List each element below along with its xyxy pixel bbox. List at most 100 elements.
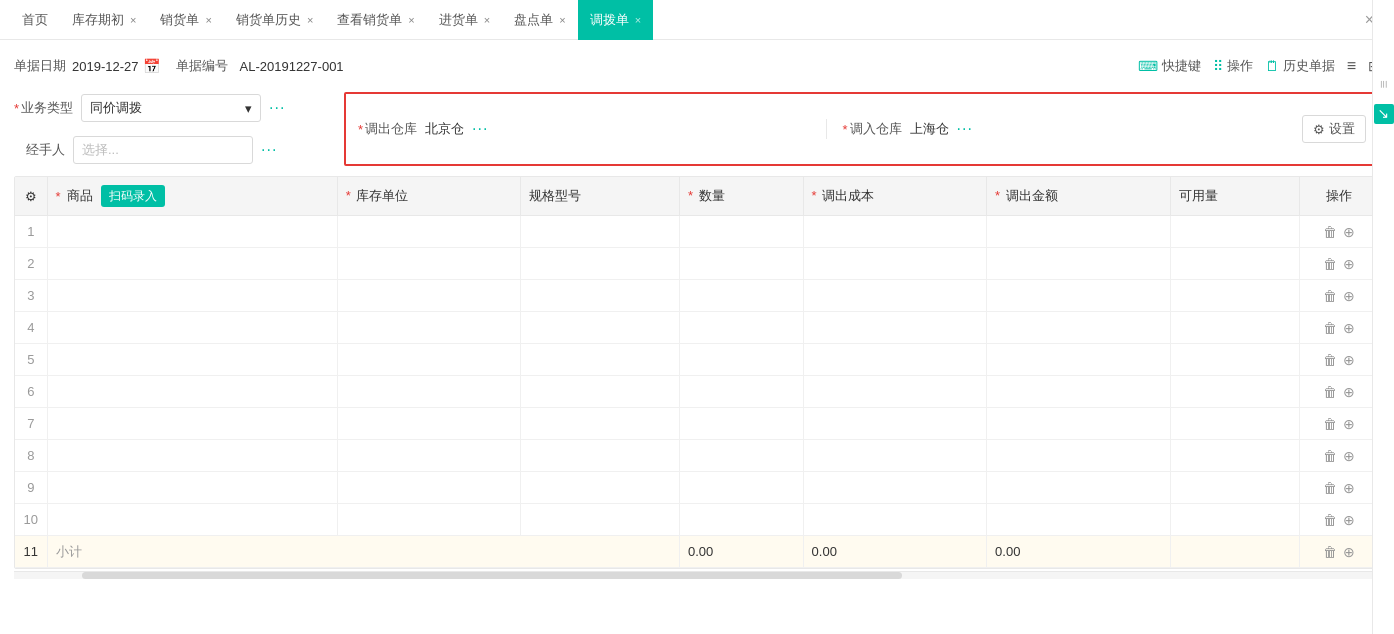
cell-cost[interactable] (803, 504, 986, 536)
cell-cost[interactable] (803, 376, 986, 408)
manager-input[interactable]: 选择... (73, 136, 253, 164)
cell-product[interactable] (47, 344, 337, 376)
copy-icon[interactable]: ⊕ (1343, 256, 1355, 272)
cell-cost[interactable] (803, 280, 986, 312)
delete-icon[interactable]: 🗑 (1323, 384, 1337, 400)
cell-product[interactable] (47, 312, 337, 344)
close-tab-sales-history[interactable]: × (307, 14, 313, 26)
shortcuts-action[interactable]: ⌨ 快捷键 (1138, 57, 1201, 75)
cell-unit[interactable] (337, 344, 520, 376)
cell-cost[interactable] (803, 216, 986, 248)
cell-cost[interactable] (803, 440, 986, 472)
close-tab-stocktake[interactable]: × (559, 14, 565, 26)
close-tab-inventory-init[interactable]: × (130, 14, 136, 26)
manager-more-btn[interactable]: ··· (261, 141, 277, 159)
cell-spec[interactable] (521, 312, 680, 344)
cell-amount[interactable] (987, 248, 1170, 280)
copy-icon[interactable]: ⊕ (1343, 384, 1355, 400)
warehouse-in-more-btn[interactable]: ··· (957, 120, 973, 138)
copy-icon[interactable]: ⊕ (1343, 352, 1355, 368)
cell-amount[interactable] (987, 280, 1170, 312)
tab-stocktake[interactable]: 盘点单 × (502, 0, 577, 40)
operations-action[interactable]: ⠿ 操作 (1213, 57, 1253, 75)
delete-icon[interactable]: 🗑 (1323, 480, 1337, 496)
sidebar-list-icon[interactable]: ≡ (1376, 80, 1392, 88)
calendar-icon[interactable]: 📅 (143, 58, 160, 74)
tab-home[interactable]: 首页 (10, 0, 60, 40)
cell-product[interactable] (47, 216, 337, 248)
layout-list-action[interactable]: ≡ (1347, 57, 1356, 75)
cell-qty[interactable] (680, 408, 804, 440)
delete-icon[interactable]: 🗑 (1323, 320, 1337, 336)
delete-icon[interactable]: 🗑 (1323, 448, 1337, 464)
cell-spec[interactable] (521, 344, 680, 376)
close-tab-purchase-order[interactable]: × (484, 14, 490, 26)
cell-qty[interactable] (680, 312, 804, 344)
cell-amount[interactable] (987, 376, 1170, 408)
delete-icon[interactable]: 🗑 (1323, 288, 1337, 304)
cell-product[interactable] (47, 472, 337, 504)
cell-spec[interactable] (521, 216, 680, 248)
settings-button[interactable]: ⚙ 设置 (1302, 115, 1366, 143)
business-type-input[interactable]: 同价调拨 ▾ (81, 94, 261, 122)
tab-sales-history[interactable]: 销货单历史 × (224, 0, 325, 40)
cell-spec[interactable] (521, 440, 680, 472)
cell-qty[interactable] (680, 472, 804, 504)
tab-sales-order[interactable]: 销货单 × (148, 0, 223, 40)
cell-unit[interactable] (337, 280, 520, 312)
cell-amount[interactable] (987, 472, 1170, 504)
cell-product[interactable] (47, 440, 337, 472)
cell-amount[interactable] (987, 216, 1170, 248)
cell-product[interactable] (47, 248, 337, 280)
cell-unit[interactable] (337, 376, 520, 408)
cell-unit[interactable] (337, 216, 520, 248)
copy-icon[interactable]: ⊕ (1343, 288, 1355, 304)
sidebar-external-icon[interactable]: ↗ (1374, 104, 1394, 124)
tab-purchase-order[interactable]: 进货单 × (427, 0, 502, 40)
cell-spec[interactable] (521, 504, 680, 536)
cell-unit[interactable] (337, 440, 520, 472)
cell-cost[interactable] (803, 312, 986, 344)
delete-icon[interactable]: 🗑 (1323, 352, 1337, 368)
cell-spec[interactable] (521, 472, 680, 504)
copy-icon[interactable]: ⊕ (1343, 480, 1355, 496)
cell-unit[interactable] (337, 472, 520, 504)
business-type-more-btn[interactable]: ··· (269, 99, 285, 117)
cell-product[interactable] (47, 280, 337, 312)
delete-icon[interactable]: 🗑 (1323, 512, 1337, 528)
delete-icon[interactable]: 🗑 (1323, 256, 1337, 272)
copy-icon[interactable]: ⊕ (1343, 224, 1355, 240)
col-settings[interactable]: ⚙ (15, 177, 47, 216)
cell-spec[interactable] (521, 408, 680, 440)
cell-qty[interactable] (680, 440, 804, 472)
tab-inventory-init[interactable]: 库存期初 × (60, 0, 148, 40)
cell-qty[interactable] (680, 376, 804, 408)
cell-cost[interactable] (803, 408, 986, 440)
tab-transfer[interactable]: 调拨单 × (578, 0, 653, 40)
cell-spec[interactable] (521, 280, 680, 312)
cell-amount[interactable] (987, 408, 1170, 440)
scan-entry-button[interactable]: 扫码录入 (101, 185, 165, 207)
cell-unit[interactable] (337, 408, 520, 440)
copy-icon[interactable]: ⊕ (1343, 512, 1355, 528)
cell-qty[interactable] (680, 280, 804, 312)
cell-unit[interactable] (337, 248, 520, 280)
cell-amount[interactable] (987, 504, 1170, 536)
cell-qty[interactable] (680, 504, 804, 536)
cell-unit[interactable] (337, 504, 520, 536)
cell-cost[interactable] (803, 472, 986, 504)
close-tab-view-sales[interactable]: × (408, 14, 414, 26)
cell-unit[interactable] (337, 312, 520, 344)
cell-spec[interactable] (521, 248, 680, 280)
copy-icon[interactable]: ⊕ (1343, 448, 1355, 464)
cell-cost[interactable] (803, 248, 986, 280)
copy-icon[interactable]: ⊕ (1343, 544, 1355, 560)
cell-qty[interactable] (680, 248, 804, 280)
cell-cost[interactable] (803, 344, 986, 376)
copy-icon[interactable]: ⊕ (1343, 416, 1355, 432)
delete-icon[interactable]: 🗑 (1323, 416, 1337, 432)
delete-icon[interactable]: 🗑 (1323, 224, 1337, 240)
close-tab-sales-order[interactable]: × (205, 14, 211, 26)
cell-amount[interactable] (987, 440, 1170, 472)
cell-qty[interactable] (680, 344, 804, 376)
